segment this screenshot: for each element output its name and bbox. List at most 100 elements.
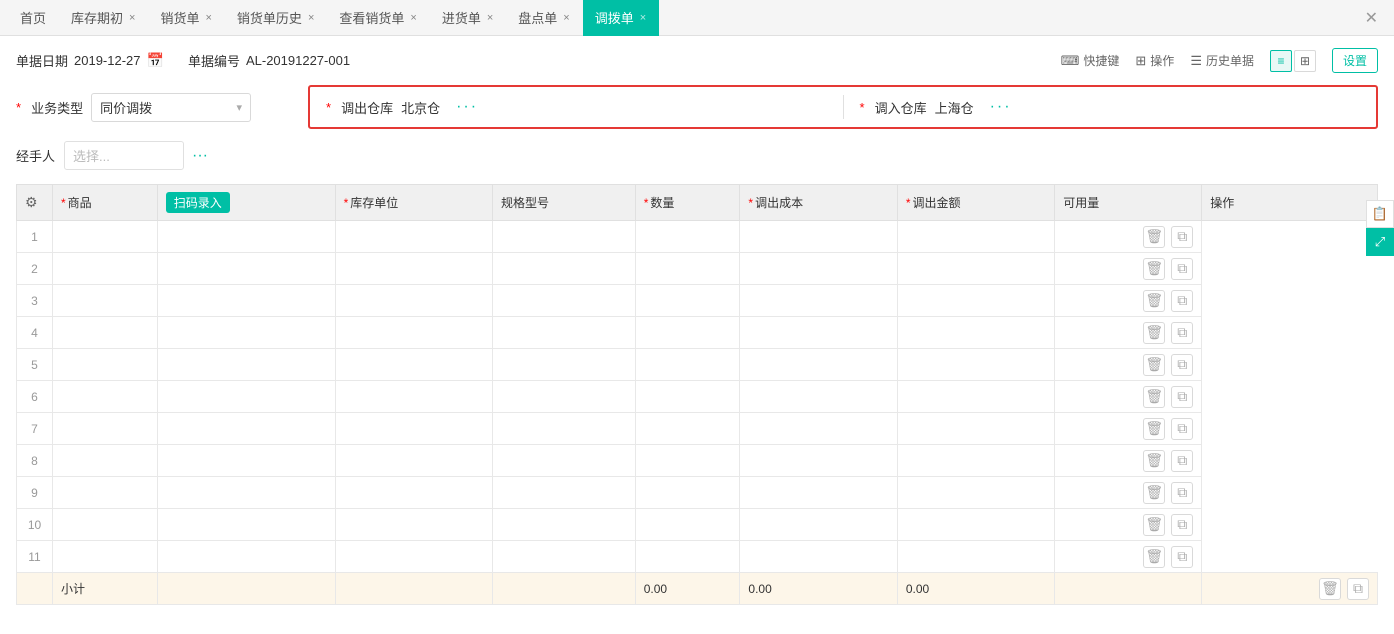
row-product-10[interactable] xyxy=(53,509,158,541)
row-product-1[interactable] xyxy=(53,221,158,253)
row-cost-5[interactable] xyxy=(635,349,740,381)
row-available-9[interactable] xyxy=(897,477,1054,509)
in-warehouse-dots[interactable]: ··· xyxy=(990,98,1012,116)
row-copy-btn-4[interactable]: ⧉ xyxy=(1171,322,1193,344)
row-spec-8[interactable] xyxy=(335,445,492,477)
row-unit-11[interactable] xyxy=(157,541,335,573)
row-amount-2[interactable] xyxy=(740,253,897,285)
row-delete-btn-10[interactable]: 🗑 xyxy=(1143,514,1165,536)
row-product-3[interactable] xyxy=(53,285,158,317)
row-product-5[interactable] xyxy=(53,349,158,381)
row-qty-10[interactable] xyxy=(492,509,635,541)
row-unit-3[interactable] xyxy=(157,285,335,317)
row-delete-btn-9[interactable]: 🗑 xyxy=(1143,482,1165,504)
row-available-4[interactable] xyxy=(897,317,1054,349)
shortcuts-btn[interactable]: ⌨ 快捷键 xyxy=(1061,52,1120,69)
row-cost-10[interactable] xyxy=(635,509,740,541)
row-available-7[interactable] xyxy=(897,413,1054,445)
handler-dots-btn[interactable]: ··· xyxy=(192,147,208,165)
row-cost-2[interactable] xyxy=(635,253,740,285)
row-amount-11[interactable] xyxy=(740,541,897,573)
row-delete-btn-3[interactable]: 🗑 xyxy=(1143,290,1165,312)
tab-home[interactable]: 首页 xyxy=(8,0,59,36)
row-unit-1[interactable] xyxy=(157,221,335,253)
calendar-icon[interactable]: 📅 xyxy=(147,52,164,69)
row-amount-6[interactable] xyxy=(740,381,897,413)
row-spec-10[interactable] xyxy=(335,509,492,541)
tab-close-inventory-init[interactable]: × xyxy=(129,12,135,24)
row-qty-7[interactable] xyxy=(492,413,635,445)
row-product-6[interactable] xyxy=(53,381,158,413)
tab-purchase[interactable]: 进货单 × xyxy=(430,0,506,36)
row-spec-3[interactable] xyxy=(335,285,492,317)
row-unit-7[interactable] xyxy=(157,413,335,445)
row-product-4[interactable] xyxy=(53,317,158,349)
row-delete-btn-1[interactable]: 🗑 xyxy=(1143,226,1165,248)
row-unit-4[interactable] xyxy=(157,317,335,349)
tab-close-inventory-count[interactable]: × xyxy=(563,12,569,24)
float-note-btn[interactable]: 📋 xyxy=(1366,200,1394,228)
layout-btn-grid[interactable]: ⊞ xyxy=(1294,50,1316,72)
row-product-7[interactable] xyxy=(53,413,158,445)
scan-barcode-btn[interactable]: 扫码录入 xyxy=(166,192,230,213)
row-available-1[interactable] xyxy=(897,221,1054,253)
row-copy-btn-6[interactable]: ⧉ xyxy=(1171,386,1193,408)
row-amount-1[interactable] xyxy=(740,221,897,253)
tab-close-sales-order[interactable]: × xyxy=(205,12,211,24)
row-amount-9[interactable] xyxy=(740,477,897,509)
row-amount-4[interactable] xyxy=(740,317,897,349)
history-btn[interactable]: ☰ 历史单据 xyxy=(1190,52,1254,69)
row-qty-5[interactable] xyxy=(492,349,635,381)
row-qty-2[interactable] xyxy=(492,253,635,285)
row-qty-11[interactable] xyxy=(492,541,635,573)
row-product-8[interactable] xyxy=(53,445,158,477)
row-cost-8[interactable] xyxy=(635,445,740,477)
layout-btn-list[interactable]: ≡ xyxy=(1270,50,1292,72)
row-available-3[interactable] xyxy=(897,285,1054,317)
row-amount-7[interactable] xyxy=(740,413,897,445)
float-expand-btn[interactable]: ⤢ xyxy=(1366,228,1394,256)
row-cost-9[interactable] xyxy=(635,477,740,509)
row-cost-6[interactable] xyxy=(635,381,740,413)
tab-close-transfer[interactable]: × xyxy=(640,12,646,24)
row-amount-5[interactable] xyxy=(740,349,897,381)
row-delete-btn-8[interactable]: 🗑 xyxy=(1143,450,1165,472)
row-copy-btn-11[interactable]: ⧉ xyxy=(1171,546,1193,568)
row-unit-8[interactable] xyxy=(157,445,335,477)
row-available-5[interactable] xyxy=(897,349,1054,381)
row-copy-btn-10[interactable]: ⧉ xyxy=(1171,514,1193,536)
row-amount-3[interactable] xyxy=(740,285,897,317)
tab-view-sales[interactable]: 查看销货单 × xyxy=(327,0,429,36)
row-copy-btn-1[interactable]: ⧉ xyxy=(1171,226,1193,248)
row-cost-11[interactable] xyxy=(635,541,740,573)
row-cost-4[interactable] xyxy=(635,317,740,349)
row-unit-6[interactable] xyxy=(157,381,335,413)
row-delete-btn-7[interactable]: 🗑 xyxy=(1143,418,1165,440)
footer-copy-btn[interactable]: ⧉ xyxy=(1347,578,1369,600)
row-copy-btn-9[interactable]: ⧉ xyxy=(1171,482,1193,504)
row-cost-7[interactable] xyxy=(635,413,740,445)
tab-close-sales-history[interactable]: × xyxy=(308,12,314,24)
row-unit-2[interactable] xyxy=(157,253,335,285)
row-copy-btn-2[interactable]: ⧉ xyxy=(1171,258,1193,280)
operations-btn[interactable]: ⊞ 操作 xyxy=(1135,52,1174,69)
row-delete-btn-6[interactable]: 🗑 xyxy=(1143,386,1165,408)
row-copy-btn-5[interactable]: ⧉ xyxy=(1171,354,1193,376)
row-amount-10[interactable] xyxy=(740,509,897,541)
row-cost-3[interactable] xyxy=(635,285,740,317)
row-product-11[interactable] xyxy=(53,541,158,573)
tab-bar-close-btn[interactable]: ✕ xyxy=(1357,8,1386,28)
row-cost-1[interactable] xyxy=(635,221,740,253)
row-amount-8[interactable] xyxy=(740,445,897,477)
tab-inventory-init[interactable]: 库存期初 × xyxy=(59,0,148,36)
row-qty-3[interactable] xyxy=(492,285,635,317)
settings-btn[interactable]: 设置 xyxy=(1332,48,1378,73)
tab-close-purchase[interactable]: × xyxy=(487,12,493,24)
tab-sales-history[interactable]: 销货单历史 × xyxy=(225,0,327,36)
handler-select[interactable]: 选择... xyxy=(64,141,184,170)
tab-inventory-count[interactable]: 盘点单 × xyxy=(506,0,582,36)
th-settings[interactable]: ⚙ xyxy=(17,185,53,221)
row-spec-1[interactable] xyxy=(335,221,492,253)
row-unit-9[interactable] xyxy=(157,477,335,509)
row-spec-5[interactable] xyxy=(335,349,492,381)
